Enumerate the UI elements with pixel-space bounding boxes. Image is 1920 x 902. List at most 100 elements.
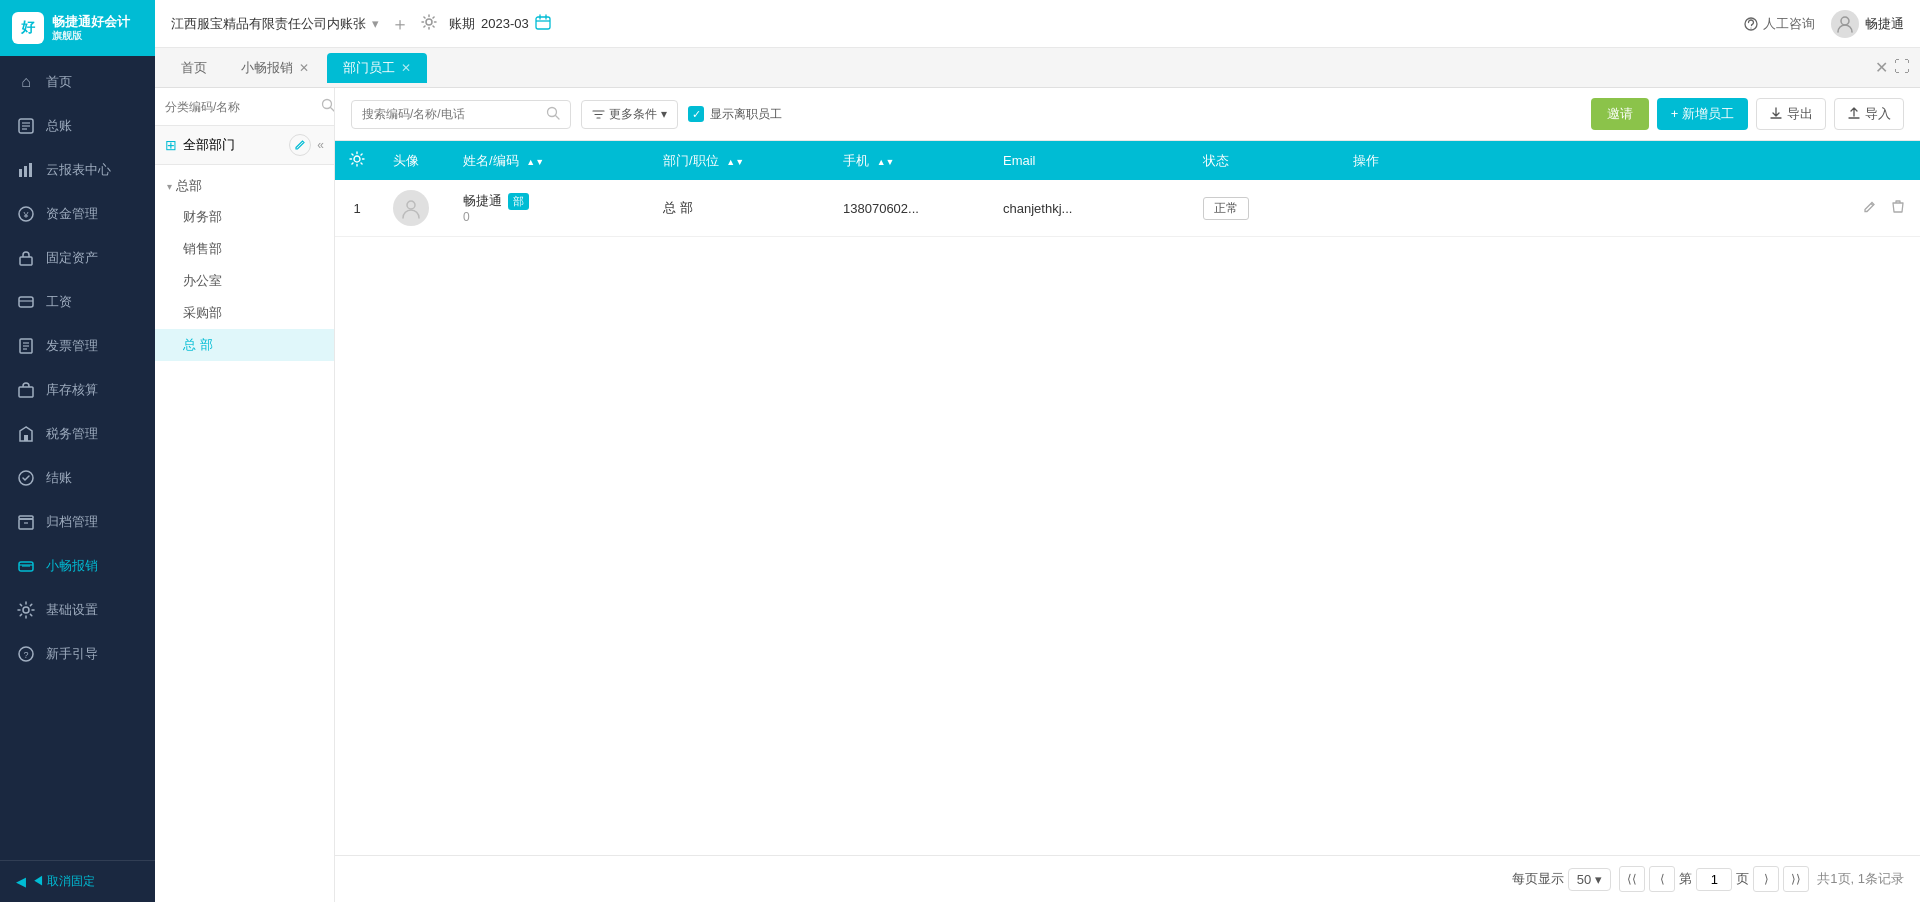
sidebar-item-settings[interactable]: 基础设置 [0, 588, 155, 632]
tab-employees[interactable]: 部门员工 ✕ [327, 53, 427, 83]
tabs-actions: ✕ ⛶ [1875, 58, 1910, 77]
tab-employees-label: 部门员工 [343, 59, 395, 77]
expense-icon [16, 556, 36, 576]
dept-child-office[interactable]: 办公室 [155, 265, 334, 297]
dept-search-input[interactable] [165, 100, 315, 114]
svg-point-28 [426, 19, 432, 25]
page-number-input[interactable] [1696, 868, 1732, 891]
svg-rect-6 [29, 163, 32, 177]
delete-employee-icon[interactable] [1890, 198, 1906, 218]
dept-child-label: 办公室 [183, 273, 222, 288]
dept-all-header: ⊞ 全部部门 « [155, 126, 334, 165]
col-header-name[interactable]: 姓名/编码 ▲▼ [449, 141, 649, 180]
svg-point-25 [23, 607, 29, 613]
topbar: 江西服宝精品有限责任公司内账张 ▾ ＋ 账期 2023-03 人工咨询 畅捷通 [155, 0, 1920, 48]
app-subtitle: 旗舰版 [52, 30, 130, 42]
sidebar-item-home[interactable]: ⌂ 首页 [0, 60, 155, 104]
employee-search-icon[interactable] [546, 106, 560, 123]
next-page-button[interactable]: ⟩ [1753, 866, 1779, 892]
add-company-icon[interactable]: ＋ [391, 12, 409, 36]
tab-employees-close-icon[interactable]: ✕ [401, 61, 411, 75]
col-header-dept[interactable]: 部门/职位 ▲▼ [649, 141, 829, 180]
dept-child-sales[interactable]: 销售部 [155, 233, 334, 265]
import-button[interactable]: 导入 [1834, 98, 1904, 130]
dept-child-purchase[interactable]: 采购部 [155, 297, 334, 329]
employee-search-box[interactable] [351, 100, 571, 129]
row-phone: 138070602... [829, 180, 989, 237]
svg-rect-29 [536, 17, 550, 29]
page-size-dropdown[interactable]: 50 ▾ [1568, 868, 1611, 891]
add-employee-button[interactable]: + 新增员工 [1657, 98, 1748, 130]
show-resigned-label: 显示离职员工 [710, 106, 782, 123]
svg-rect-10 [19, 297, 33, 307]
employee-email: chanjethkj... [1003, 201, 1072, 216]
sidebar-item-capital[interactable]: ¥ 资金管理 [0, 192, 155, 236]
svg-point-35 [1841, 17, 1849, 25]
svg-line-39 [556, 115, 560, 119]
sidebar-item-reports[interactable]: 云报表中心 [0, 148, 155, 192]
page-size-selector: 每页显示 50 ▾ [1512, 868, 1611, 891]
sidebar-item-tax[interactable]: 税务管理 [0, 412, 155, 456]
sidebar-item-payroll[interactable]: 工资 [0, 280, 155, 324]
guide-icon: ? [16, 644, 36, 664]
company-selector[interactable]: 江西服宝精品有限责任公司内账张 ▾ [171, 15, 379, 33]
tab-home[interactable]: 首页 [165, 53, 223, 83]
support-btn[interactable]: 人工咨询 [1743, 15, 1815, 33]
sidebar-pin-toggle[interactable]: ◀ ◀ 取消固定 [0, 860, 155, 902]
per-page-label: 每页显示 [1512, 870, 1564, 888]
prev-page-button[interactable]: ⟨ [1649, 866, 1675, 892]
employee-dept-badge: 部 [508, 193, 529, 210]
tab-expand-icon[interactable]: ⛶ [1894, 58, 1910, 77]
svg-rect-17 [24, 435, 28, 441]
employee-table: 头像 姓名/编码 ▲▼ 部门/职位 ▲▼ 手机 [335, 141, 1920, 237]
tab-expense-close-icon[interactable]: ✕ [299, 61, 309, 75]
svg-point-34 [1750, 27, 1751, 28]
sidebar-item-settle[interactable]: 结账 [0, 456, 155, 500]
last-page-button[interactable]: ⟩⟩ [1783, 866, 1809, 892]
tab-expense[interactable]: 小畅报销 ✕ [225, 53, 325, 83]
export-button[interactable]: 导出 [1756, 98, 1826, 130]
sidebar-item-expense[interactable]: 小畅报销 [0, 544, 155, 588]
edit-employee-icon[interactable] [1862, 198, 1878, 218]
dept-child-general[interactable]: 总 部 [155, 329, 334, 361]
col-header-avatar: 头像 [379, 141, 449, 180]
svg-point-41 [407, 201, 415, 209]
dept-collapse-icon[interactable]: « [317, 138, 324, 152]
sidebar-item-invoice[interactable]: 发票管理 [0, 324, 155, 368]
assets-icon [16, 248, 36, 268]
svg-line-37 [331, 108, 335, 112]
sidebar: 好 畅捷通好会计 旗舰版 ⌂ 首页 总账 云报表中心 ¥ 资金管理 [0, 0, 155, 902]
show-resigned-toggle[interactable]: ✓ 显示离职员工 [688, 106, 782, 123]
sidebar-item-guide[interactable]: ? 新手引导 [0, 632, 155, 676]
user-menu[interactable]: 畅捷通 [1831, 10, 1904, 38]
dept-search-icon[interactable] [321, 98, 335, 115]
employee-avatar [393, 190, 429, 226]
period-selector[interactable]: 账期 2023-03 [449, 14, 551, 33]
filter-button[interactable]: 更多条件 ▾ [581, 100, 678, 129]
col-header-phone[interactable]: 手机 ▲▼ [829, 141, 989, 180]
period-value: 2023-03 [481, 16, 529, 31]
dept-edit-button[interactable] [289, 134, 311, 156]
sidebar-item-assets[interactable]: 固定资产 [0, 236, 155, 280]
settings-icon [16, 600, 36, 620]
topbar-right: 人工咨询 畅捷通 [1743, 10, 1904, 38]
employee-search-input[interactable] [362, 107, 540, 121]
support-label: 人工咨询 [1763, 15, 1815, 33]
filter-label: 更多条件 [609, 106, 657, 123]
dept-parent-general[interactable]: ▾ 总部 [155, 171, 334, 201]
tab-close-all-icon[interactable]: ✕ [1875, 58, 1888, 77]
col-header-settings[interactable] [335, 141, 379, 180]
sidebar-item-inventory[interactable]: 库存核算 [0, 368, 155, 412]
dept-child-finance[interactable]: 财务部 [155, 201, 334, 233]
invite-button[interactable]: 邀请 [1591, 98, 1649, 130]
dept-panel: ⊞ 全部部门 « ▾ 总部 财务部 [155, 88, 335, 902]
company-settings-icon[interactable] [421, 14, 437, 34]
app-title: 畅捷通好会计 [52, 14, 130, 30]
sidebar-item-ledger[interactable]: 总账 [0, 104, 155, 148]
show-resigned-checkbox[interactable]: ✓ [688, 106, 704, 122]
export-label: 导出 [1787, 105, 1813, 123]
first-page-button[interactable]: ⟨⟨ [1619, 866, 1645, 892]
calendar-icon [535, 14, 551, 33]
svg-point-40 [354, 156, 360, 162]
sidebar-item-archive[interactable]: 归档管理 [0, 500, 155, 544]
